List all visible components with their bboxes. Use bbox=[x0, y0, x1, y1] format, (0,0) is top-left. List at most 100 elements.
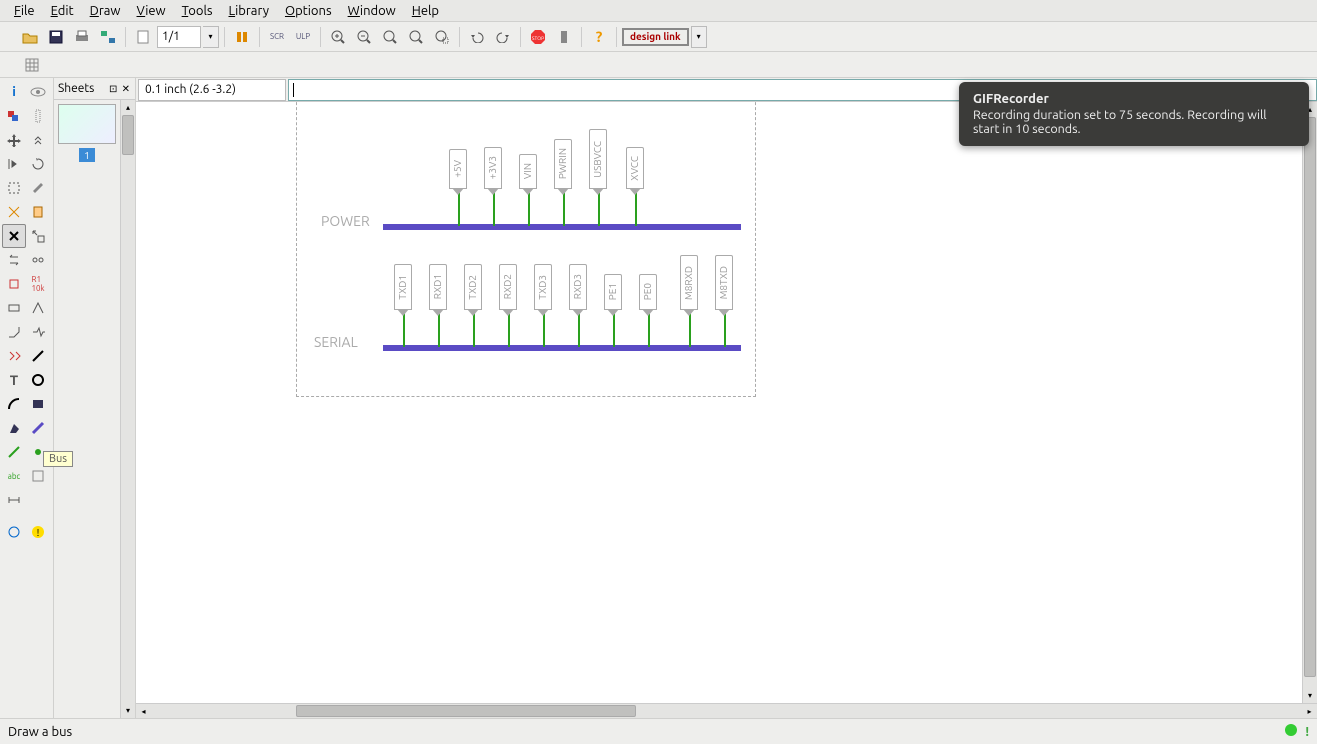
menu-options[interactable]: Options bbox=[277, 2, 340, 20]
add-tool[interactable] bbox=[26, 224, 50, 248]
mark-tool[interactable] bbox=[26, 104, 50, 128]
canvas-hscrollbar[interactable]: ◂ ▸ bbox=[136, 703, 1317, 718]
net-label-m8rxd[interactable]: M8RXD bbox=[680, 255, 700, 347]
scroll-up-icon[interactable]: ▴ bbox=[121, 100, 135, 115]
scroll-right-icon[interactable]: ▸ bbox=[1302, 704, 1317, 718]
schematic-canvas[interactable]: POWER +5V+3V3VINPWRINUSBVCCXVCC SERIAL T… bbox=[136, 102, 1302, 703]
move-tool[interactable] bbox=[2, 128, 26, 152]
zoom-in-button[interactable] bbox=[326, 25, 350, 49]
erc-tool[interactable] bbox=[2, 520, 26, 544]
show-tool[interactable] bbox=[26, 80, 50, 104]
net-label-txd1[interactable]: TXD1 bbox=[394, 264, 414, 347]
menu-help[interactable]: Help bbox=[404, 2, 447, 20]
sheets-scrollbar[interactable]: ▴ ▾ bbox=[120, 100, 135, 718]
paste-tool[interactable] bbox=[26, 200, 50, 224]
net-label-pe1[interactable]: PE1 bbox=[604, 274, 624, 347]
info-tool[interactable]: i bbox=[2, 80, 26, 104]
dimension-tool[interactable] bbox=[2, 488, 26, 512]
attribute-tool[interactable] bbox=[26, 464, 50, 488]
cam-button[interactable] bbox=[96, 25, 120, 49]
rotate-tool[interactable] bbox=[26, 152, 50, 176]
gateswap-tool[interactable] bbox=[26, 248, 50, 272]
net-label-txd3[interactable]: TXD3 bbox=[534, 264, 554, 347]
net-label-xvcc[interactable]: XVCC bbox=[626, 147, 646, 226]
split-tool[interactable] bbox=[26, 320, 50, 344]
cut-tool[interactable] bbox=[2, 200, 26, 224]
net-label-+5v[interactable]: +5V bbox=[449, 149, 469, 226]
use-button[interactable] bbox=[230, 25, 254, 49]
name-tool[interactable]: R110k bbox=[26, 272, 50, 296]
sheet-button[interactable] bbox=[131, 25, 155, 49]
scroll-thumb[interactable] bbox=[1304, 117, 1316, 677]
scroll-thumb[interactable] bbox=[122, 115, 134, 155]
menu-library[interactable]: Library bbox=[221, 2, 277, 20]
redo-button[interactable] bbox=[491, 25, 515, 49]
net-label-pwrin[interactable]: PWRIN bbox=[554, 139, 574, 226]
zoom-redraw-button[interactable] bbox=[404, 25, 428, 49]
invoke-tool[interactable] bbox=[2, 344, 26, 368]
grid-button[interactable] bbox=[20, 53, 44, 77]
delete-tool[interactable] bbox=[2, 224, 26, 248]
net-label-+3v3[interactable]: +3V3 bbox=[484, 147, 504, 226]
sheets-controls[interactable]: ⊡ ✕ bbox=[109, 83, 131, 95]
menu-draw[interactable]: Draw bbox=[82, 2, 129, 20]
stop-button[interactable]: STOP bbox=[526, 25, 550, 49]
scroll-left-icon[interactable]: ◂ bbox=[136, 704, 151, 718]
menu-file[interactable]: File bbox=[6, 2, 43, 20]
zoom-fit-button[interactable] bbox=[378, 25, 402, 49]
net-label-rxd1[interactable]: RXD1 bbox=[429, 264, 449, 347]
change-tool[interactable] bbox=[26, 176, 50, 200]
designlink-button[interactable]: design link bbox=[622, 28, 689, 46]
zoom-out-button[interactable] bbox=[352, 25, 376, 49]
sheet-thumbnail[interactable] bbox=[58, 104, 116, 144]
ulp-button[interactable]: ULP bbox=[291, 25, 315, 49]
help-button[interactable]: ? bbox=[587, 25, 611, 49]
net-label-rxd2[interactable]: RXD2 bbox=[499, 264, 519, 347]
sheets-list[interactable]: 1 bbox=[54, 100, 120, 718]
replace-tool[interactable] bbox=[2, 272, 26, 296]
wire-tool[interactable] bbox=[26, 344, 50, 368]
net-label-rxd3[interactable]: RXD3 bbox=[569, 264, 589, 347]
print-button[interactable] bbox=[70, 25, 94, 49]
text-tool[interactable]: T bbox=[2, 368, 26, 392]
pinswap-tool[interactable] bbox=[2, 248, 26, 272]
net-label-txd2[interactable]: TXD2 bbox=[464, 264, 484, 347]
net-tool[interactable] bbox=[2, 440, 26, 464]
canvas-vscrollbar[interactable]: ▴ ▾ bbox=[1302, 102, 1317, 703]
circle-tool[interactable] bbox=[26, 368, 50, 392]
net-label-pe0[interactable]: PE0 bbox=[639, 274, 659, 347]
save-button[interactable] bbox=[44, 25, 68, 49]
open-button[interactable] bbox=[18, 25, 42, 49]
scroll-down-icon[interactable]: ▾ bbox=[1303, 688, 1317, 703]
miter-tool[interactable] bbox=[2, 320, 26, 344]
sheet-number[interactable]: 1 bbox=[79, 148, 95, 162]
scroll-thumb[interactable] bbox=[296, 705, 636, 717]
errors-tool[interactable]: ! bbox=[26, 520, 50, 544]
menu-edit[interactable]: Edit bbox=[43, 2, 82, 20]
net-label-usbvcc[interactable]: USBVCC bbox=[589, 129, 609, 226]
menu-view[interactable]: View bbox=[129, 2, 174, 20]
go-button[interactable] bbox=[552, 25, 576, 49]
menu-tools[interactable]: Tools bbox=[174, 2, 221, 20]
rect-tool[interactable] bbox=[26, 392, 50, 416]
menu-window[interactable]: Window bbox=[340, 2, 404, 20]
arc-tool[interactable] bbox=[2, 392, 26, 416]
zoom-select-button[interactable] bbox=[430, 25, 454, 49]
layer-tool[interactable] bbox=[2, 104, 26, 128]
script-button[interactable]: SCR bbox=[265, 25, 289, 49]
net-label-vin[interactable]: VIN bbox=[519, 154, 539, 226]
scroll-down-icon[interactable]: ▾ bbox=[121, 703, 135, 718]
value-tool[interactable] bbox=[2, 296, 26, 320]
bus-tool[interactable]: Bus bbox=[26, 416, 50, 440]
undo-button[interactable] bbox=[465, 25, 489, 49]
page-dropdown[interactable]: ▾ bbox=[203, 26, 219, 48]
polygon-tool[interactable] bbox=[2, 416, 26, 440]
group-tool[interactable] bbox=[2, 176, 26, 200]
designlink-dropdown[interactable]: ▾ bbox=[691, 26, 707, 48]
page-selector[interactable]: 1/1 bbox=[157, 26, 201, 48]
mirror-tool[interactable] bbox=[2, 152, 26, 176]
label-tool[interactable]: abc bbox=[2, 464, 26, 488]
copy-tool[interactable] bbox=[26, 128, 50, 152]
net-label-m8txd[interactable]: M8TXD bbox=[715, 255, 735, 347]
smash-tool[interactable] bbox=[26, 296, 50, 320]
